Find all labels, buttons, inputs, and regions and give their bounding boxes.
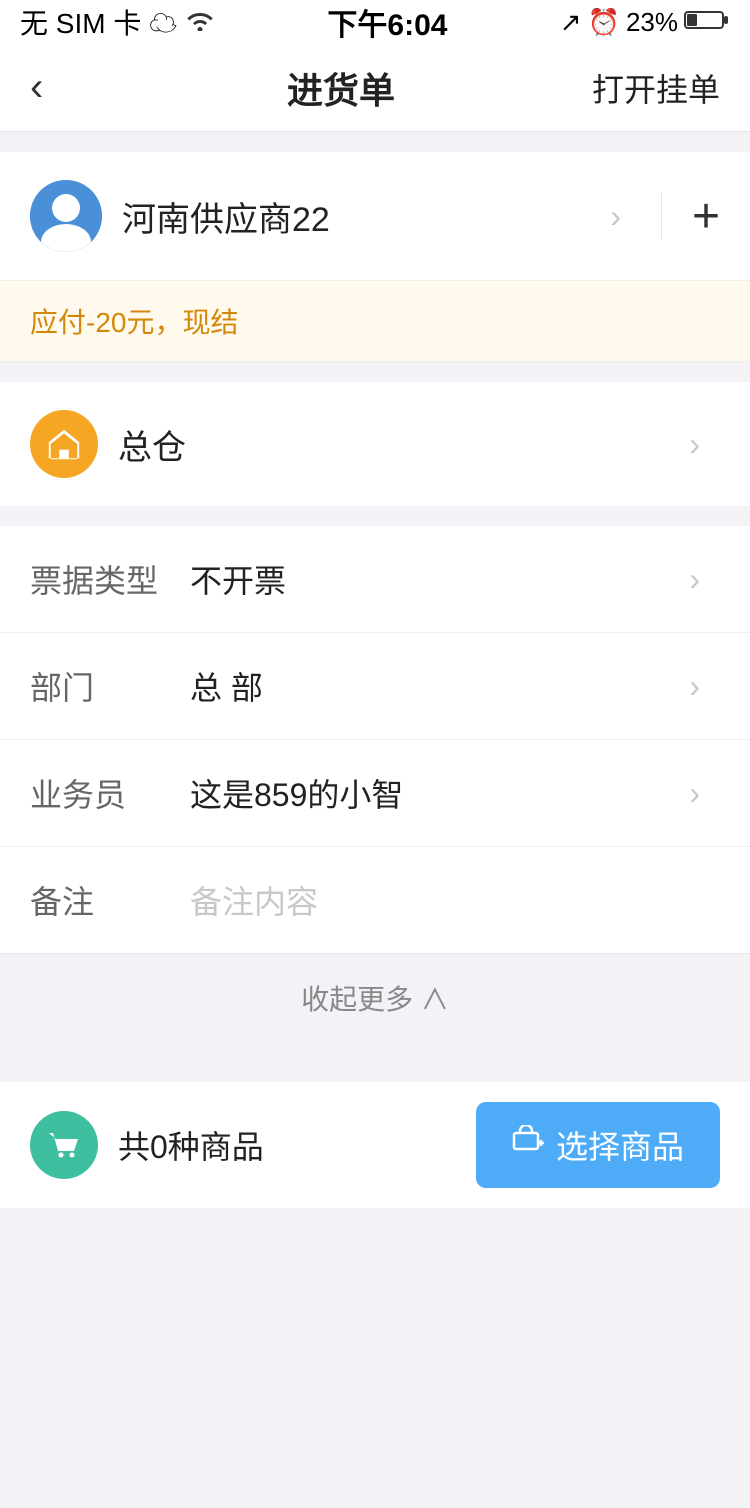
- supplier-row[interactable]: 河南供应商22 › +: [0, 152, 750, 281]
- battery-icon: [684, 7, 730, 38]
- add-button[interactable]: +: [682, 189, 720, 244]
- collapse-row[interactable]: 收起更多 ∧: [0, 953, 750, 1042]
- supplier-section: 河南供应商22 › + 应付-20元，现结: [0, 152, 750, 362]
- select-product-icon: [512, 1125, 544, 1165]
- alarm-icon: ⏰: [588, 7, 620, 38]
- department-row[interactable]: 部门 总 部 ›: [0, 633, 750, 740]
- section-gap-2: [0, 362, 750, 382]
- chevron-right-icon: ›: [610, 198, 621, 235]
- battery-text: 23%: [626, 7, 678, 38]
- section-gap-1: [0, 132, 750, 152]
- invoice-type-row[interactable]: 票据类型 不开票 ›: [0, 526, 750, 633]
- chevron-right-icon-2: ›: [689, 426, 700, 463]
- warehouse-section: 总仓 ›: [0, 382, 750, 506]
- open-pending-button[interactable]: 打开挂单: [592, 65, 720, 111]
- invoice-type-label: 票据类型: [30, 556, 190, 602]
- salesman-label: 业务员: [30, 770, 190, 816]
- house-icon: [45, 425, 83, 463]
- remark-row[interactable]: 备注 备注内容: [0, 847, 750, 953]
- notice-banner: 应付-20元，现结: [0, 281, 750, 362]
- chevron-right-icon-3: ›: [689, 561, 700, 598]
- page-title: 进货单: [287, 62, 395, 114]
- page-fill: [0, 1208, 750, 1508]
- section-gap-3: [0, 506, 750, 526]
- salesman-value: 这是859的小智: [190, 770, 689, 816]
- notice-text: 应付-20元，现结: [30, 307, 238, 338]
- bottom-bar: 共0种商品 选择商品: [0, 1082, 750, 1208]
- select-product-button[interactable]: 选择商品: [476, 1102, 720, 1188]
- sim-status: 无 SIM 卡 ☁: [20, 2, 177, 42]
- salesman-row[interactable]: 业务员 这是859的小智 ›: [0, 740, 750, 847]
- status-time: 下午6:04: [327, 0, 447, 44]
- avatar: [30, 180, 102, 252]
- select-btn-label: 选择商品: [556, 1122, 684, 1168]
- location-icon: ↗: [560, 7, 582, 38]
- nav-bar: ‹ 进货单 打开挂单: [0, 44, 750, 132]
- back-button[interactable]: ‹: [30, 65, 90, 110]
- status-right: ↗ ⏰ 23%: [560, 7, 730, 38]
- chevron-right-icon-5: ›: [689, 775, 700, 812]
- section-gap-4: [0, 1042, 750, 1062]
- remark-input[interactable]: 备注内容: [190, 877, 720, 923]
- status-bar: 无 SIM 卡 ☁ 下午6:04 ↗ ⏰ 23%: [0, 0, 750, 44]
- warehouse-name: 总仓: [118, 420, 689, 469]
- supplier-name: 河南供应商22: [122, 192, 610, 241]
- department-label: 部门: [30, 663, 190, 709]
- chevron-right-icon-4: ›: [689, 668, 700, 705]
- product-count: 共0种商品: [118, 1122, 476, 1168]
- wifi-icon: [185, 6, 215, 38]
- avatar-person-icon: [30, 180, 102, 252]
- cart-add-icon: [512, 1125, 544, 1157]
- product-icon: [30, 1111, 98, 1179]
- status-left: 无 SIM 卡 ☁: [20, 2, 215, 42]
- remark-label: 备注: [30, 877, 190, 923]
- department-value: 总 部: [190, 663, 689, 709]
- warehouse-row[interactable]: 总仓 ›: [0, 382, 750, 506]
- supplier-divider: [661, 192, 662, 240]
- collapse-label: 收起更多 ∧: [301, 978, 449, 1018]
- cart-icon: [44, 1125, 84, 1165]
- form-section: 票据类型 不开票 › 部门 总 部 › 业务员 这是859的小智 › 备注 备注…: [0, 526, 750, 953]
- warehouse-icon: [30, 410, 98, 478]
- invoice-type-value: 不开票: [190, 556, 689, 602]
